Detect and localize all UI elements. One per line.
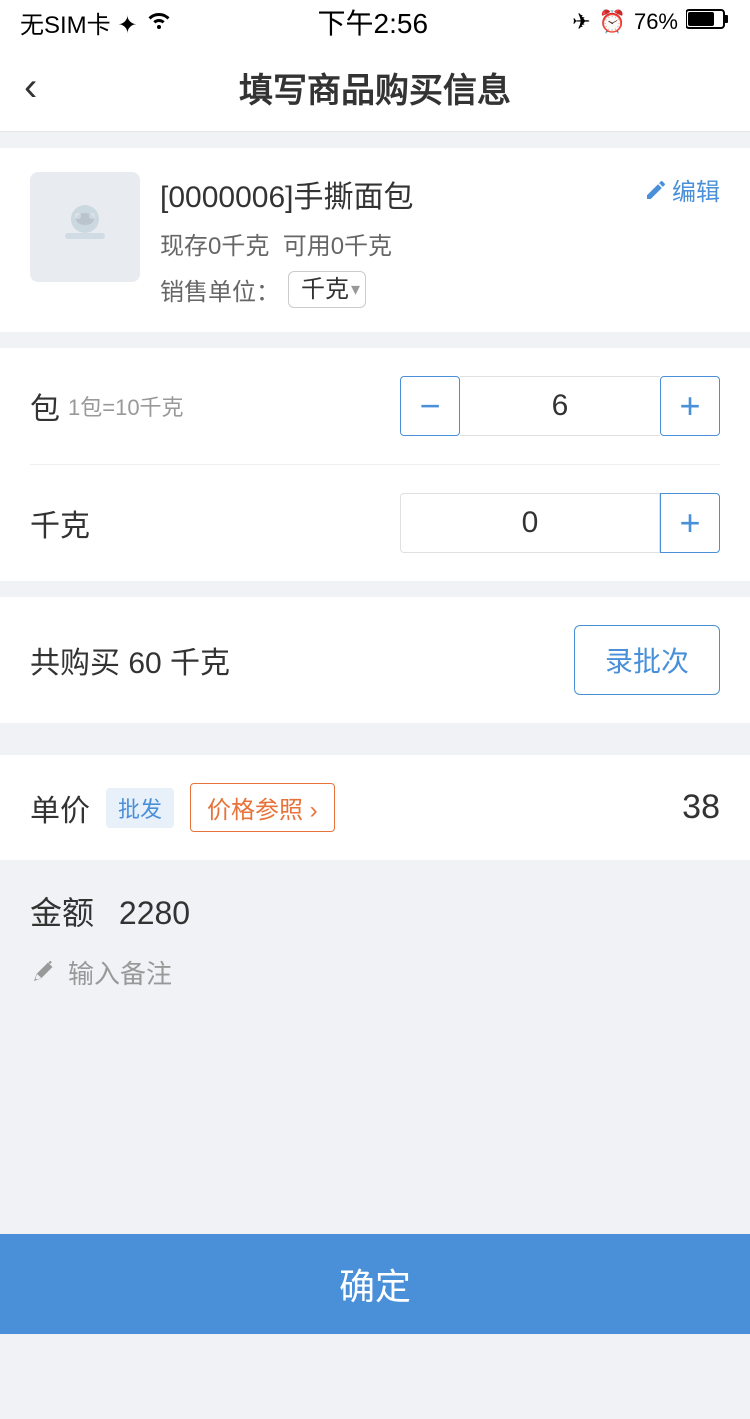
confirm-button[interactable]: 确定	[0, 1234, 750, 1334]
note-row[interactable]: 输入备注	[30, 954, 720, 991]
status-left: 无SIM卡 ✦	[20, 5, 173, 40]
nav-bar: ‹ 填写商品购买信息	[0, 44, 750, 132]
product-image	[30, 172, 140, 282]
product-unit: 销售单位： 千克	[160, 271, 720, 308]
divider1	[0, 723, 750, 739]
alarm-icon: ⏰	[599, 9, 626, 35]
summary-text: 共购买 60 千克	[30, 638, 230, 682]
bao-minus-button[interactable]: −	[400, 376, 460, 436]
wifi-icon	[145, 8, 173, 36]
price-label: 单价	[30, 786, 90, 830]
bao-controls: − +	[400, 376, 720, 436]
status-right: ✈ ⏰ 76%	[572, 8, 730, 36]
kg-label: 千克	[30, 501, 90, 545]
unit-select[interactable]: 千克	[288, 271, 366, 308]
battery-label: 76%	[634, 9, 678, 35]
price-reference-button[interactable]: 价格参照 ›	[190, 783, 335, 832]
pencil-icon	[30, 959, 58, 987]
edit-button[interactable]: 编辑	[644, 172, 720, 207]
kg-plus-button[interactable]: +	[660, 493, 720, 553]
product-info: [0000006]手撕面包 现存0千克 可用0千克 销售单位： 千克	[160, 172, 720, 308]
summary-section: 共购买 60 千克 录批次	[0, 597, 750, 723]
bao-sublabel: 1包=10千克	[68, 390, 184, 422]
kg-controls: +	[400, 493, 720, 553]
kg-input[interactable]	[400, 493, 660, 553]
no-sim-label: 无SIM卡 ✦	[20, 5, 137, 40]
batch-tag: 批发	[106, 788, 174, 828]
note-placeholder: 输入备注	[68, 954, 172, 991]
amount-value: 2280	[119, 895, 190, 931]
bottom-spacer	[0, 1019, 750, 1419]
unit-select-wrap[interactable]: 千克	[288, 271, 366, 308]
amount-section: 金额 2280 输入备注	[0, 860, 750, 1019]
quantity-section: 包 1包=10千克 − + 千克 +	[0, 348, 750, 581]
status-time: 下午2:56	[318, 2, 429, 42]
product-stock: 现存0千克 可用0千克	[160, 226, 720, 261]
product-name: [0000006]手撕面包	[160, 172, 720, 216]
amount-label: 金额	[30, 895, 94, 931]
amount-row: 金额 2280	[30, 888, 720, 934]
price-row: 单价 批发 价格参照 › 38	[30, 783, 720, 832]
location-icon: ✈	[572, 9, 590, 35]
price-section: 单价 批发 价格参照 › 38	[0, 755, 750, 860]
kg-quantity-row: 千克 +	[30, 465, 720, 581]
status-bar: 无SIM卡 ✦ 下午2:56 ✈ ⏰ 76%	[0, 0, 750, 44]
bao-quantity-row: 包 1包=10千克 − +	[30, 348, 720, 465]
bao-input[interactable]	[460, 376, 660, 436]
battery-icon	[686, 8, 730, 36]
back-button[interactable]: ‹	[24, 65, 37, 110]
bao-label: 包	[30, 384, 60, 428]
page-title: 填写商品购买信息	[239, 63, 511, 112]
bao-plus-button[interactable]: +	[660, 376, 720, 436]
price-value: 38	[682, 788, 720, 827]
record-batch-button[interactable]: 录批次	[574, 625, 720, 695]
product-card: [0000006]手撕面包 现存0千克 可用0千克 销售单位： 千克 编辑	[0, 148, 750, 332]
